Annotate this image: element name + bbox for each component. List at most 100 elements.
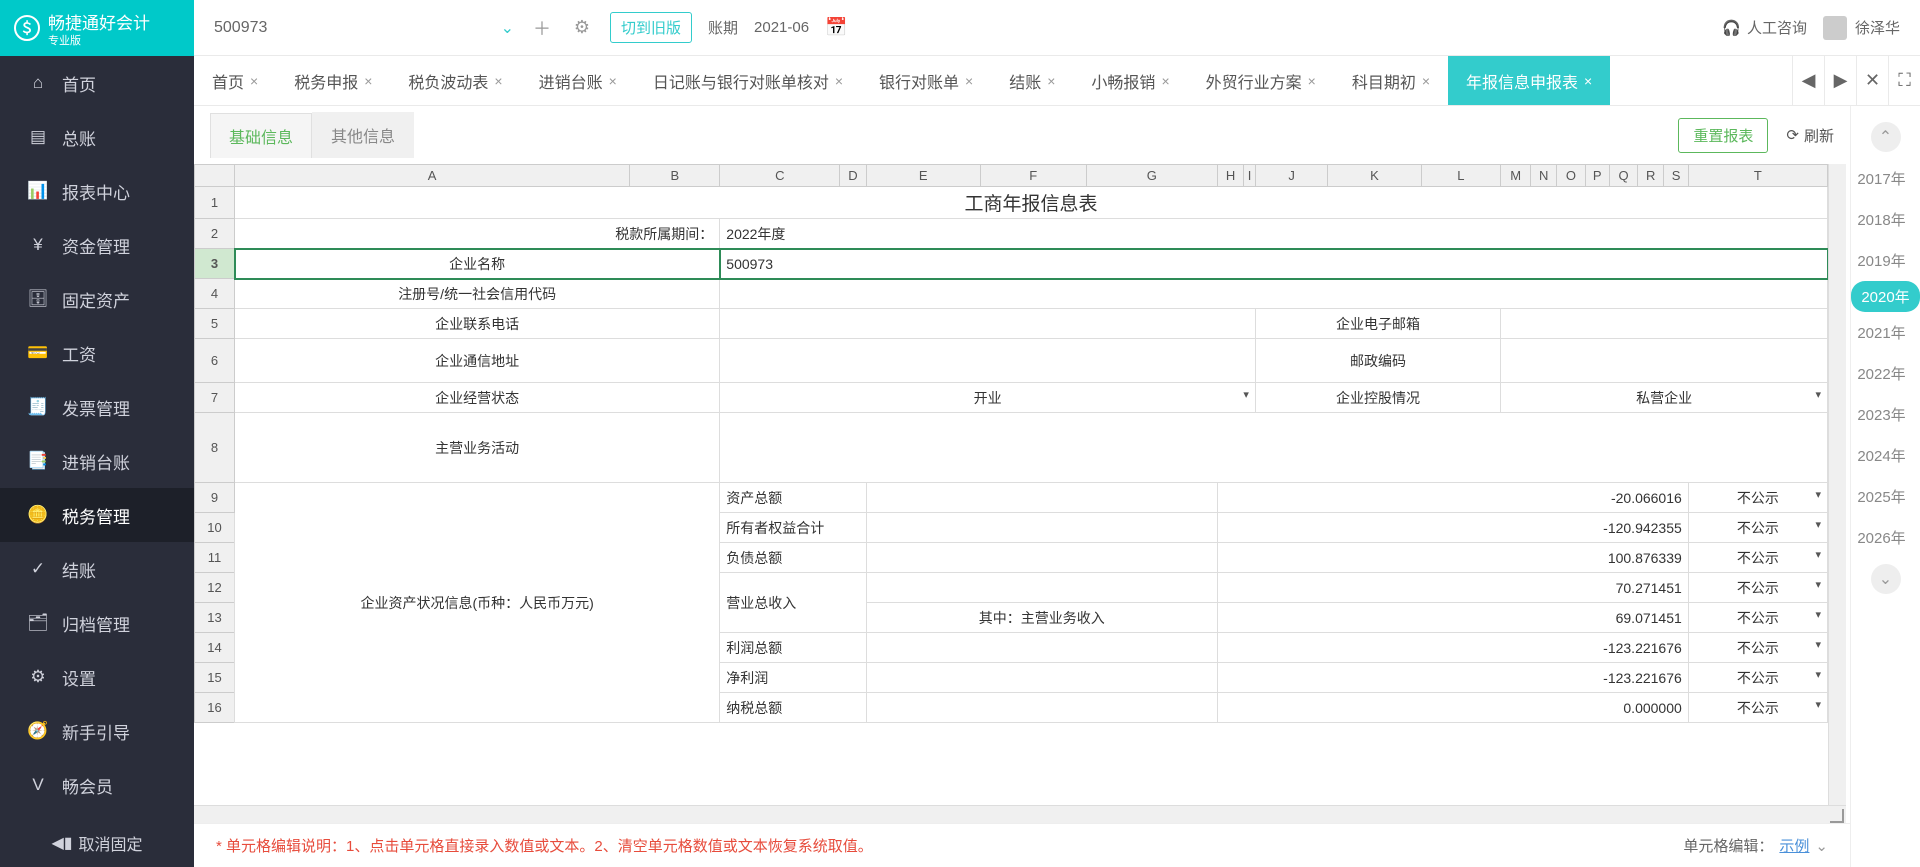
subtab-other[interactable]: 其他信息 [312, 112, 414, 158]
col-Q[interactable]: Q [1609, 165, 1637, 187]
subtab-basic[interactable]: 基础信息 [210, 113, 312, 158]
sidebar-item-12[interactable]: 🧭新手引导 [0, 704, 194, 758]
publish-select-14[interactable]: 不公示 [1688, 633, 1827, 663]
col-C[interactable]: C [720, 165, 840, 187]
year-2017年[interactable]: 2017年 [1851, 158, 1919, 199]
r3-lbl[interactable]: 企业名称 [235, 249, 720, 279]
business-status-select[interactable]: 开业 [720, 383, 1256, 413]
asset-lbl-10[interactable]: 所有者权益合计 [720, 513, 866, 543]
row-hdr-13[interactable]: 13 [195, 603, 235, 633]
col-K[interactable]: K [1328, 165, 1421, 187]
year-2025年[interactable]: 2025年 [1851, 476, 1919, 517]
r5-val1[interactable] [720, 309, 1256, 339]
user-area[interactable]: 徐泽华 [1823, 16, 1900, 40]
tab-close-icon[interactable]: × [1422, 73, 1430, 89]
col-G[interactable]: G [1086, 165, 1217, 187]
col-B[interactable]: B [630, 165, 720, 187]
tab-9[interactable]: 科目期初× [1334, 56, 1448, 105]
tab-close-icon[interactable]: × [609, 73, 617, 89]
year-2022年[interactable]: 2022年 [1851, 353, 1919, 394]
col-F[interactable]: F [980, 165, 1086, 187]
asset-lbl-14[interactable]: 利润总额 [720, 633, 866, 663]
vertical-scrollbar[interactable] [1828, 164, 1846, 805]
tab-close-icon[interactable]: × [1308, 73, 1316, 89]
r8-lbl[interactable]: 主营业务活动 [235, 413, 720, 483]
tab-close-all[interactable]: ✕ [1856, 56, 1888, 105]
old-version-button[interactable]: 切到旧版 [610, 12, 692, 43]
year-2018年[interactable]: 2018年 [1851, 199, 1919, 240]
asset-sub-15[interactable] [866, 663, 1217, 693]
publish-select-10[interactable]: 不公示 [1688, 513, 1827, 543]
r8-val[interactable] [720, 413, 1828, 483]
sidebar-item-9[interactable]: ✓结账 [0, 542, 194, 596]
asset-val-16[interactable]: 0.000000 [1217, 693, 1688, 723]
holding-select[interactable]: 私营企业 [1501, 383, 1828, 413]
publish-select-13[interactable]: 不公示 [1688, 603, 1827, 633]
row-hdr-9[interactable]: 9 [195, 483, 235, 513]
r7-lbl2[interactable]: 企业控股情况 [1255, 383, 1500, 413]
r6-val2[interactable] [1501, 339, 1828, 383]
sidebar-item-11[interactable]: ⚙设置 [0, 650, 194, 704]
publish-select-12[interactable]: 不公示 [1688, 573, 1827, 603]
row-hdr-7[interactable]: 7 [195, 383, 235, 413]
col-M[interactable]: M [1501, 165, 1531, 187]
sidebar-item-10[interactable]: 🗂归档管理 [0, 596, 194, 650]
publish-select-11[interactable]: 不公示 [1688, 543, 1827, 573]
asset-sub-9[interactable] [866, 483, 1217, 513]
tab-close-icon[interactable]: × [364, 73, 372, 89]
period-val[interactable]: 2022年度 [720, 219, 1828, 249]
reset-report-button[interactable]: 重置报表 [1678, 118, 1768, 153]
col-D[interactable]: D [840, 165, 866, 187]
asset-lbl-9[interactable]: 资产总额 [720, 483, 866, 513]
sidebar-item-0[interactable]: ⌂首页 [0, 56, 194, 110]
col-L[interactable]: L [1421, 165, 1501, 187]
year-2026年[interactable]: 2026年 [1851, 517, 1919, 558]
tab-close-icon[interactable]: × [250, 73, 258, 89]
sidebar-item-7[interactable]: 📑进销台账 [0, 434, 194, 488]
row-hdr-4[interactable]: 4 [195, 279, 235, 309]
calendar-icon[interactable]: 📅 [825, 17, 847, 38]
year-2020年[interactable]: 2020年 [1851, 281, 1919, 312]
publish-select-9[interactable]: 不公示 [1688, 483, 1827, 513]
asset-val-10[interactable]: -120.942355 [1217, 513, 1688, 543]
asset-lbl-12[interactable]: 营业总收入 [720, 573, 866, 633]
tab-0[interactable]: 首页× [194, 56, 276, 105]
row-hdr-14[interactable]: 14 [195, 633, 235, 663]
col-E[interactable]: E [866, 165, 980, 187]
row-hdr-11[interactable]: 11 [195, 543, 235, 573]
tab-6[interactable]: 结账× [991, 56, 1073, 105]
row-hdr-15[interactable]: 15 [195, 663, 235, 693]
asset-sublbl-13[interactable]: 其中：主营业务收入 [866, 603, 1217, 633]
example-link[interactable]: 示例 [1779, 835, 1809, 856]
col-O[interactable]: O [1557, 165, 1585, 187]
tab-scroll-right[interactable]: ▶ [1824, 56, 1856, 105]
tab-7[interactable]: 小畅报销× [1073, 56, 1187, 105]
year-2023年[interactable]: 2023年 [1851, 394, 1919, 435]
row-hdr-10[interactable]: 10 [195, 513, 235, 543]
sidebar-item-4[interactable]: 🗄固定资产 [0, 272, 194, 326]
r5-val2[interactable] [1501, 309, 1828, 339]
horizontal-scrollbar[interactable] [194, 805, 1846, 823]
year-down-button[interactable]: ⌄ [1871, 564, 1901, 594]
consult-button[interactable]: 🎧 人工咨询 [1722, 17, 1807, 38]
year-up-button[interactable]: ⌃ [1871, 122, 1901, 152]
tab-close-icon[interactable]: × [494, 73, 502, 89]
tab-3[interactable]: 进销台账× [521, 56, 635, 105]
row-hdr-3[interactable]: 3 [195, 249, 235, 279]
year-2024年[interactable]: 2024年 [1851, 435, 1919, 476]
corner-cell[interactable] [195, 165, 235, 187]
col-S[interactable]: S [1664, 165, 1688, 187]
asset-group-label[interactable]: 企业资产状况信息(币种：人民币万元) [235, 483, 720, 723]
add-icon[interactable]: ＋ [530, 16, 554, 40]
asset-val-13[interactable]: 69.071451 [1217, 603, 1688, 633]
tab-close-icon[interactable]: × [1047, 73, 1055, 89]
year-2019年[interactable]: 2019年 [1851, 240, 1919, 281]
tab-scroll-left[interactable]: ◀ [1792, 56, 1824, 105]
row-hdr-1[interactable]: 1 [195, 187, 235, 219]
asset-lbl-16[interactable]: 纳税总额 [720, 693, 866, 723]
r6-lbl2[interactable]: 邮政编码 [1255, 339, 1500, 383]
asset-val-9[interactable]: -20.066016 [1217, 483, 1688, 513]
r4-val[interactable] [720, 279, 1828, 309]
row-hdr-8[interactable]: 8 [195, 413, 235, 483]
sheet-title[interactable]: 工商年报信息表 [235, 187, 1828, 219]
